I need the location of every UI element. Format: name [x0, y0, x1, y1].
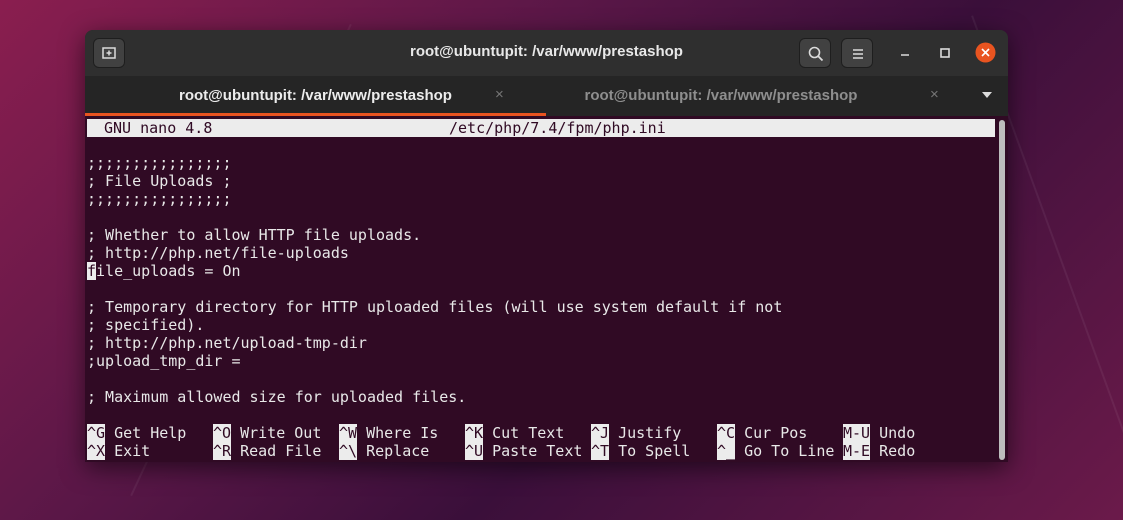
shortcut-label: Justify: [618, 424, 682, 442]
shortcut-label: Cut Text: [492, 424, 565, 442]
tab-label: root@ubuntupit: /var/www/prestashop: [584, 87, 858, 104]
shortcut-label: Undo: [879, 424, 916, 442]
shortcut-label: Where Is: [366, 424, 439, 442]
file-line: ; File Uploads ;: [87, 172, 232, 190]
tab-active[interactable]: root@ubuntupit: /var/www/prestashop ×: [85, 76, 546, 116]
tab-bar: root@ubuntupit: /var/www/prestashop × ro…: [85, 76, 1008, 116]
close-icon[interactable]: [975, 42, 996, 63]
tab-label: root@ubuntupit: /var/www/prestashop: [179, 87, 452, 104]
shortcut-where-is[interactable]: ^W Where Is: [339, 424, 438, 442]
scrollbar[interactable]: [999, 120, 1005, 460]
shortcut-label: Paste Text: [492, 442, 583, 460]
shortcut-label: To Spell: [618, 442, 691, 460]
shortcut-replace[interactable]: ^\ Replace: [339, 442, 429, 460]
shortcut-key: ^X: [87, 442, 106, 460]
shortcut-key: M-U: [843, 424, 871, 442]
shortcut-label: Redo: [879, 442, 916, 460]
nano-version: GNU nano 4.8: [104, 119, 213, 137]
shortcut-read-file[interactable]: ^R Read File: [213, 442, 321, 460]
shortcut-label: Exit: [114, 442, 151, 460]
file-line: ; http://php.net/file-uploads: [87, 244, 349, 262]
file-line: ;;;;;;;;;;;;;;;;: [87, 190, 232, 208]
shortcut-key: ^\: [339, 442, 358, 460]
shortcut-cut-text[interactable]: ^K Cut Text: [465, 424, 564, 442]
file-line: ;;;;;;;;;;;;;;;;: [87, 154, 232, 172]
maximize-icon[interactable]: [935, 43, 955, 63]
shortcut-key: ^J: [591, 424, 610, 442]
shortcut-key: ^T: [591, 442, 610, 460]
file-line-cursor: file_uploads = On: [87, 262, 241, 280]
shortcut-label: Cur Pos: [744, 424, 808, 442]
menu-icon: [853, 49, 863, 59]
shortcut-undo[interactable]: M-U Undo: [843, 424, 915, 442]
tab-close-icon[interactable]: ×: [495, 86, 504, 103]
shortcut-key: ^G: [87, 424, 106, 442]
terminal-window: root@ubuntupit: /var/www/prestashop root…: [85, 30, 1008, 462]
file-line: ; Maximum allowed size for uploaded file…: [87, 388, 467, 406]
shortcut-key: M-E: [843, 442, 871, 460]
shortcut-go-to-line[interactable]: ^_ Go To Line: [717, 442, 834, 460]
file-line: ; Temporary directory for HTTP uploaded …: [87, 298, 783, 316]
shortcut-get-help[interactable]: ^G Get Help: [87, 424, 186, 442]
shortcut-key: ^O: [213, 424, 232, 442]
shortcut-write-out[interactable]: ^O Write Out: [213, 424, 321, 442]
title-bar: root@ubuntupit: /var/www/prestashop: [85, 30, 1008, 76]
shortcut-justify[interactable]: ^J Justify: [591, 424, 681, 442]
shortcut-key: ^R: [213, 442, 232, 460]
shortcut-key: ^_: [717, 442, 736, 460]
nano-filename: /etc/php/7.4/fpm/php.ini: [449, 119, 666, 137]
tab-close-icon[interactable]: ×: [930, 86, 939, 103]
shortcut-redo[interactable]: M-E Redo: [843, 442, 915, 460]
file-line: ;upload_tmp_dir =: [87, 352, 241, 370]
text-cursor: f: [87, 262, 97, 280]
file-line-text: ile_uploads = On: [96, 262, 241, 280]
minimize-icon[interactable]: [895, 43, 915, 63]
shortcut-label: Get Help: [114, 424, 187, 442]
search-icon: [808, 46, 824, 62]
shortcut-label: Go To Line: [744, 442, 835, 460]
shortcut-cur-pos[interactable]: ^C Cur Pos: [717, 424, 807, 442]
shortcut-key: ^C: [717, 424, 736, 442]
terminal-area[interactable]: GNU nano 4.8 /etc/php/7.4/fpm/php.ini ;;…: [85, 116, 1008, 462]
shortcut-exit[interactable]: ^X Exit: [87, 442, 150, 460]
shortcut-paste-text[interactable]: ^U Paste Text: [465, 442, 582, 460]
nano-header: GNU nano 4.8 /etc/php/7.4/fpm/php.ini: [87, 119, 995, 137]
shortcut-key: ^U: [465, 442, 484, 460]
search-button[interactable]: [799, 38, 831, 68]
shortcut-label: Replace: [366, 442, 430, 460]
file-line: ; specified).: [87, 316, 205, 334]
shortcut-label: Write Out: [240, 424, 322, 442]
shortcut-label: Read File: [240, 442, 322, 460]
file-line: ; http://php.net/upload-tmp-dir: [87, 334, 367, 352]
tab-inactive[interactable]: root@ubuntupit: /var/www/prestashop ×: [546, 76, 976, 116]
shortcut-key: ^W: [339, 424, 358, 442]
shortcut-to-spell[interactable]: ^T To Spell: [591, 442, 690, 460]
shortcut-key: ^K: [465, 424, 484, 442]
menu-button[interactable]: [841, 38, 873, 68]
file-line: ; Whether to allow HTTP file uploads.: [87, 226, 422, 244]
tabs-dropdown-icon[interactable]: [982, 92, 992, 98]
